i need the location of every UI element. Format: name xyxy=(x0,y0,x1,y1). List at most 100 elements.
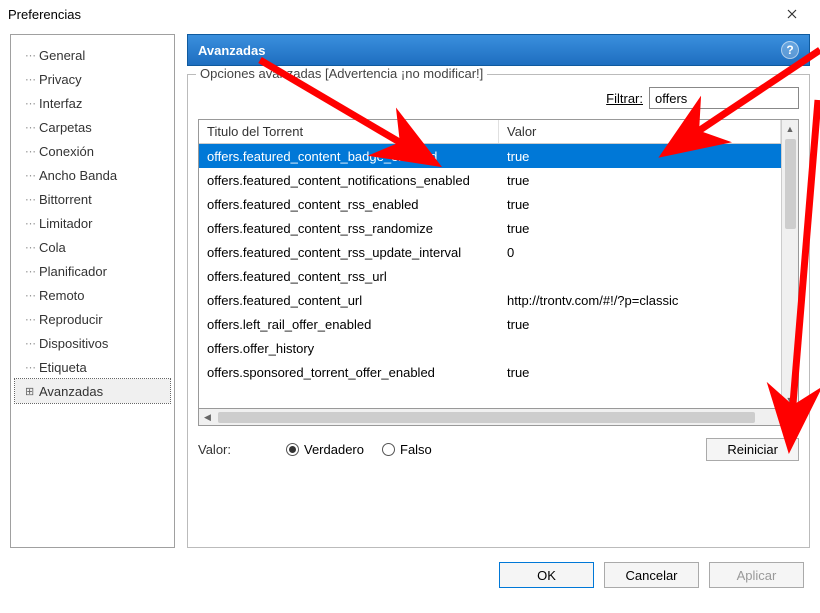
panel-title: Avanzadas xyxy=(198,43,265,58)
vertical-scrollbar[interactable]: ▲ ▼ xyxy=(781,120,798,408)
hscroll-thumb[interactable] xyxy=(218,412,755,423)
table-row[interactable]: offers.featured_content_rss_enabledtrue xyxy=(199,192,781,216)
tree-bullet-icon: ⋯ xyxy=(25,121,37,134)
cell-name: offers.featured_content_url xyxy=(199,291,499,310)
tree-bullet-icon: ⋯ xyxy=(25,73,37,86)
scroll-right-icon[interactable]: ▶ xyxy=(781,409,798,425)
advanced-options-group: Opciones avanzadas [Advertencia ¡no modi… xyxy=(187,74,810,548)
tree-bullet-icon: ⋯ xyxy=(25,361,37,374)
sidebar-item-etiqueta[interactable]: ⋯Etiqueta xyxy=(15,355,170,379)
preferences-tree[interactable]: ⋯General⋯Privacy⋯Interfaz⋯Carpetas⋯Conex… xyxy=(10,34,175,548)
cell-value: true xyxy=(499,219,781,238)
sidebar-item-bittorrent[interactable]: ⋯Bittorrent xyxy=(15,187,170,211)
sidebar-item-limitador[interactable]: ⋯Limitador xyxy=(15,211,170,235)
cell-name: offers.featured_content_rss_url xyxy=(199,267,499,286)
sidebar-item-cola[interactable]: ⋯Cola xyxy=(15,235,170,259)
cell-name: offers.offer_history xyxy=(199,339,499,358)
cell-value xyxy=(499,274,781,278)
tree-bullet-icon: ⋯ xyxy=(25,241,37,254)
table-row[interactable]: offers.sponsored_torrent_offer_enabledtr… xyxy=(199,360,781,384)
sidebar-item-carpetas[interactable]: ⋯Carpetas xyxy=(15,115,170,139)
radio-true[interactable]: Verdadero xyxy=(286,442,364,457)
sidebar-item-reproducir[interactable]: ⋯Reproducir xyxy=(15,307,170,331)
sidebar-item-remoto[interactable]: ⋯Remoto xyxy=(15,283,170,307)
cell-value: true xyxy=(499,363,781,382)
column-name[interactable]: Titulo del Torrent xyxy=(199,120,499,143)
tree-bullet-icon: ⋯ xyxy=(25,193,37,206)
ok-button[interactable]: OK xyxy=(499,562,594,588)
scroll-down-icon[interactable]: ▼ xyxy=(782,391,798,408)
sidebar-item-label: Planificador xyxy=(37,264,107,279)
close-button[interactable] xyxy=(772,2,812,26)
sidebar-item-label: General xyxy=(37,48,85,63)
table-row[interactable]: offers.featured_content_notifications_en… xyxy=(199,168,781,192)
tree-bullet-icon: ⋯ xyxy=(25,217,37,230)
apply-button[interactable]: Aplicar xyxy=(709,562,804,588)
sidebar-item-label: Dispositivos xyxy=(37,336,108,351)
cell-value: true xyxy=(499,147,781,166)
sidebar-item-label: Carpetas xyxy=(37,120,92,135)
cell-value: true xyxy=(499,315,781,334)
help-icon[interactable]: ? xyxy=(781,41,799,59)
groupbox-title: Opciones avanzadas [Advertencia ¡no modi… xyxy=(196,66,487,81)
column-value[interactable]: Valor xyxy=(499,120,781,143)
sidebar-item-label: Privacy xyxy=(37,72,82,87)
sidebar-item-avanzadas[interactable]: ⊞Avanzadas xyxy=(15,379,170,403)
cell-value: http://trontv.com/#!/?p=classic xyxy=(499,291,781,310)
sidebar-item-label: Reproducir xyxy=(37,312,103,327)
cell-value xyxy=(499,346,781,350)
table-row[interactable]: offers.offer_history xyxy=(199,336,781,360)
sidebar-item-privacy[interactable]: ⋯Privacy xyxy=(15,67,170,91)
radio-false[interactable]: Falso xyxy=(382,442,432,457)
sidebar-item-label: Etiqueta xyxy=(37,360,87,375)
cell-name: offers.featured_content_rss_randomize xyxy=(199,219,499,238)
tree-bullet-icon: ⋯ xyxy=(25,49,37,62)
scroll-up-icon[interactable]: ▲ xyxy=(782,120,798,137)
sidebar-item-planificador[interactable]: ⋯Planificador xyxy=(15,259,170,283)
cell-name: offers.featured_content_rss_enabled xyxy=(199,195,499,214)
sidebar-item-conexión[interactable]: ⋯Conexión xyxy=(15,139,170,163)
sidebar-item-label: Limitador xyxy=(37,216,92,231)
cell-value: true xyxy=(499,171,781,190)
scroll-thumb[interactable] xyxy=(785,139,796,229)
radio-false-label: Falso xyxy=(400,442,432,457)
table-row[interactable]: offers.featured_content_rss_update_inter… xyxy=(199,240,781,264)
tree-bullet-icon: ⋯ xyxy=(25,169,37,182)
sidebar-item-label: Conexión xyxy=(37,144,94,159)
table-row[interactable]: offers.left_rail_offer_enabledtrue xyxy=(199,312,781,336)
table-row[interactable]: offers.featured_content_badge_enabledtru… xyxy=(199,144,781,168)
cell-name: offers.featured_content_badge_enabled xyxy=(199,147,499,166)
cell-name: offers.featured_content_rss_update_inter… xyxy=(199,243,499,262)
table-row[interactable]: offers.featured_content_urlhttp://trontv… xyxy=(199,288,781,312)
filter-input[interactable] xyxy=(649,87,799,109)
cell-value: true xyxy=(499,195,781,214)
cell-name: offers.sponsored_torrent_offer_enabled xyxy=(199,363,499,382)
table-row[interactable]: offers.featured_content_rss_url xyxy=(199,264,781,288)
value-editor-row: Valor: Verdadero Falso Reiniciar xyxy=(198,438,799,461)
title-bar: Preferencias xyxy=(0,0,820,28)
tree-bullet-icon: ⋯ xyxy=(25,97,37,110)
sidebar-item-ancho-banda[interactable]: ⋯Ancho Banda xyxy=(15,163,170,187)
cell-name: offers.left_rail_offer_enabled xyxy=(199,315,499,334)
reset-button[interactable]: Reiniciar xyxy=(706,438,799,461)
sidebar-item-label: Ancho Banda xyxy=(37,168,117,183)
tree-bullet-icon: ⋯ xyxy=(25,337,37,350)
sidebar-item-general[interactable]: ⋯General xyxy=(15,43,170,67)
sidebar-item-dispositivos[interactable]: ⋯Dispositivos xyxy=(15,331,170,355)
tree-bullet-icon: ⋯ xyxy=(25,289,37,302)
sidebar-item-label: Bittorrent xyxy=(37,192,92,207)
cell-name: offers.featured_content_notifications_en… xyxy=(199,171,499,190)
tree-bullet-icon: ⋯ xyxy=(25,145,37,158)
scroll-left-icon[interactable]: ◀ xyxy=(199,409,216,425)
expand-icon[interactable]: ⊞ xyxy=(25,385,37,398)
sidebar-item-label: Cola xyxy=(37,240,66,255)
cancel-button[interactable]: Cancelar xyxy=(604,562,699,588)
panel-header: Avanzadas ? xyxy=(187,34,810,66)
sidebar-item-label: Remoto xyxy=(37,288,85,303)
sidebar-item-interfaz[interactable]: ⋯Interfaz xyxy=(15,91,170,115)
table-row[interactable]: offers.featured_content_rss_randomizetru… xyxy=(199,216,781,240)
window-title: Preferencias xyxy=(8,7,81,22)
options-table[interactable]: Titulo del Torrent Valor offers.featured… xyxy=(198,119,799,409)
horizontal-scrollbar[interactable]: ◀ ▶ xyxy=(198,409,799,426)
close-icon xyxy=(787,9,797,19)
